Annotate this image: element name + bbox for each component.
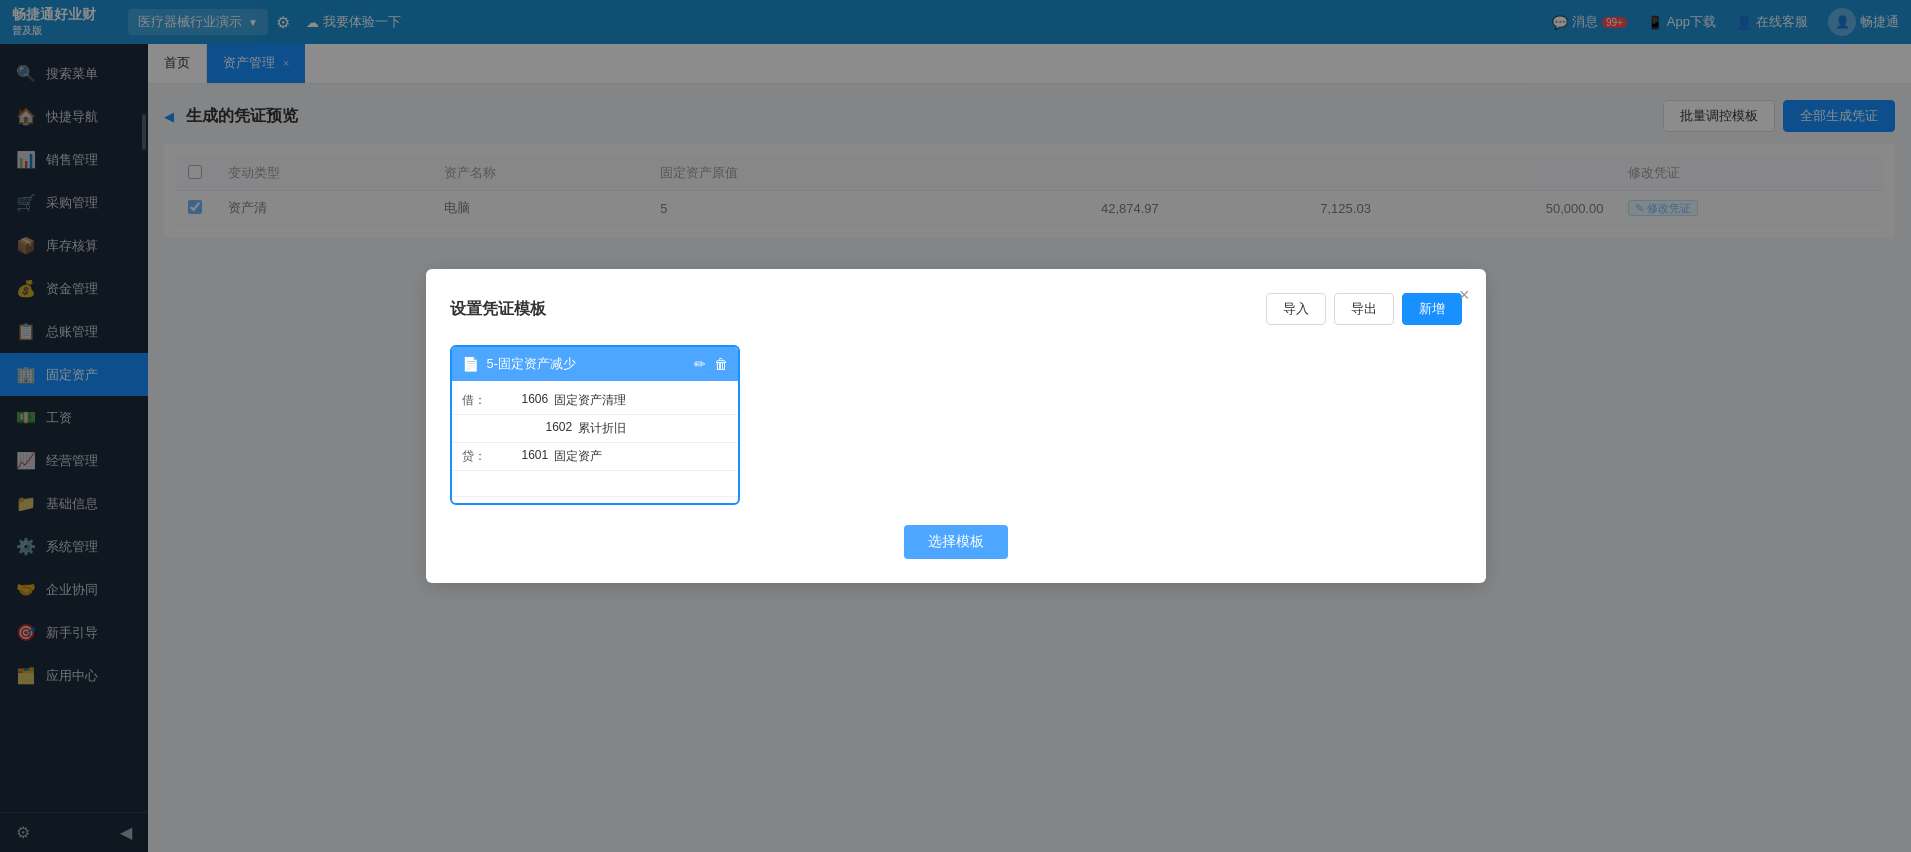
select-template-button[interactable]: 选择模板 <box>904 525 1008 559</box>
template-card-actions: ✏ 🗑 <box>694 356 728 372</box>
delete-template-icon[interactable]: 🗑 <box>714 356 728 372</box>
template-entry-1: 借： 1606 固定资产清理 <box>452 387 738 415</box>
template-card-header: 📄 5-固定资产减少 ✏ 🗑 <box>452 347 738 381</box>
template-empty-row <box>452 471 738 497</box>
voucher-template-modal: × 设置凭证模板 导入 导出 新增 📄 5-固定资产减少 ✏ 🗑 <box>426 269 1486 583</box>
entry-account-2: 累计折旧 <box>578 420 626 437</box>
modal-overlay: × 设置凭证模板 导入 导出 新增 📄 5-固定资产减少 ✏ 🗑 <box>0 0 1911 852</box>
template-card: 📄 5-固定资产减少 ✏ 🗑 借： 1606 固定资产清理 <box>450 345 740 505</box>
template-entry-3: 贷： 1601 固定资产 <box>452 443 738 471</box>
entry-account-3: 固定资产 <box>554 448 602 465</box>
entry-code-1: 1606 <box>522 392 549 409</box>
template-card-title: 5-固定资产减少 <box>487 355 694 373</box>
new-template-button[interactable]: 新增 <box>1402 293 1462 325</box>
entry-type-2 <box>462 420 522 437</box>
modal-close-button[interactable]: × <box>1459 285 1470 306</box>
template-select-area: 选择模板 <box>450 525 1462 559</box>
template-entry-2: 1602 累计折旧 <box>452 415 738 443</box>
export-button[interactable]: 导出 <box>1334 293 1394 325</box>
edit-template-icon[interactable]: ✏ <box>694 356 706 372</box>
entry-account-1: 固定资产清理 <box>554 392 626 409</box>
template-card-body: 借： 1606 固定资产清理 1602 累计折旧 贷： 1601 固定资产 <box>452 381 738 503</box>
entry-type-3: 贷： <box>462 448 522 465</box>
modal-title: 设置凭证模板 <box>450 299 546 320</box>
import-button[interactable]: 导入 <box>1266 293 1326 325</box>
entry-type-1: 借： <box>462 392 522 409</box>
modal-header: 设置凭证模板 导入 导出 新增 <box>450 293 1462 325</box>
template-list: 📄 5-固定资产减少 ✏ 🗑 借： 1606 固定资产清理 <box>450 345 1462 505</box>
modal-action-buttons: 导入 导出 新增 <box>1266 293 1462 325</box>
entry-code-3: 1601 <box>522 448 549 465</box>
doc-icon: 📄 <box>462 356 479 372</box>
entry-code-2: 1602 <box>546 420 573 437</box>
